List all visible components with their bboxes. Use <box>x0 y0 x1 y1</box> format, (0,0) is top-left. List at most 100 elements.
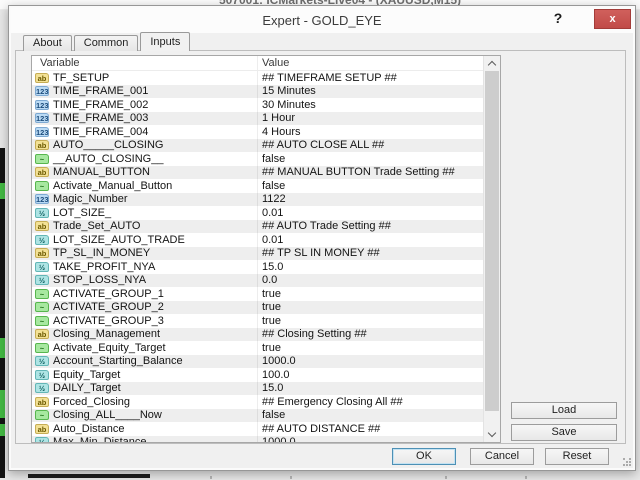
param-row[interactable]: 123 TIME_FRAME_004 4 Hours <box>32 125 485 139</box>
param-value[interactable]: 1000.0 <box>262 436 296 442</box>
param-row[interactable]: ab Auto_Distance ## AUTO DISTANCE ## <box>32 422 485 436</box>
scrollbar-thumb[interactable] <box>485 71 499 411</box>
param-row[interactable]: 123 TIME_FRAME_002 30 Minutes <box>32 98 485 112</box>
param-name: Activate_Manual_Button <box>53 179 173 192</box>
param-value[interactable]: 4 Hours <box>262 126 301 138</box>
param-value[interactable]: true <box>262 288 281 300</box>
close-button[interactable]: x <box>594 9 631 29</box>
param-value[interactable]: 0.01 <box>262 207 283 219</box>
param-row[interactable]: ab MANUAL_BUTTON ## MANUAL BUTTON Trade Se… <box>32 165 485 179</box>
param-value[interactable]: true <box>262 342 281 354</box>
param-name: Closing_Management <box>53 328 161 340</box>
cancel-button[interactable]: Cancel <box>470 448 534 465</box>
param-row[interactable]: ab Trade_Set_AUTO ## AUTO Trade Setting ## <box>32 219 485 233</box>
param-row[interactable]: ~ Closing_ALL____Now false <box>32 408 485 422</box>
save-button[interactable]: Save <box>511 424 617 441</box>
help-button[interactable]: ? <box>549 10 567 28</box>
param-type-ab-icon: ab <box>35 248 49 258</box>
param-value[interactable]: 15.0 <box>262 261 283 273</box>
param-value[interactable]: ## TIMEFRAME SETUP ## <box>262 72 397 84</box>
scroll-up-button[interactable] <box>484 56 500 71</box>
param-row[interactable]: ab Forced_Closing ## Emergency Closing All… <box>32 395 485 409</box>
column-header-variable: Variable <box>40 57 80 69</box>
param-row[interactable]: ~ ACTIVATE_GROUP_2 true <box>32 300 485 314</box>
param-value[interactable]: ## Closing Setting ## <box>262 328 367 340</box>
param-value[interactable]: 0.0 <box>262 274 277 286</box>
param-name: Forced_Closing <box>53 395 131 408</box>
param-value[interactable]: ## AUTO DISTANCE ## <box>262 423 380 435</box>
param-value[interactable]: ## MANUAL BUTTON Trade Setting ## <box>262 166 455 178</box>
param-row[interactable]: ~ Activate_Manual_Button false <box>32 179 485 193</box>
param-value[interactable]: true <box>262 315 281 327</box>
param-row[interactable]: ~ __AUTO_CLOSING__ false <box>32 152 485 166</box>
background-chart-candle <box>0 183 5 199</box>
param-row[interactable]: ab Closing_Management ## Closing Setting #… <box>32 327 485 341</box>
param-row[interactable]: ab TP_SL_IN_MONEY ## TP SL IN MONEY ## <box>32 246 485 260</box>
param-type-ab-icon: ab <box>35 396 49 407</box>
param-value[interactable]: false <box>262 409 285 421</box>
param-row[interactable]: ½ STOP_LOSS_NYA 0.0 <box>32 273 485 287</box>
param-row[interactable]: ½ Account_Starting_Balance 1000.0 <box>32 354 485 368</box>
param-value[interactable]: 15.0 <box>262 382 283 394</box>
load-button[interactable]: Load <box>511 402 617 419</box>
param-name: TAKE_PROFIT_NYA <box>53 260 156 273</box>
tab-about[interactable]: About <box>23 35 72 51</box>
param-value[interactable]: 100.0 <box>262 369 290 381</box>
reset-button[interactable]: Reset <box>545 448 609 465</box>
param-value[interactable]: 1122 <box>262 193 286 205</box>
param-type-ab-icon: ab <box>35 140 49 150</box>
param-value[interactable]: 15 Minutes <box>262 85 316 97</box>
param-type-ab-icon: ab <box>35 167 49 177</box>
param-row[interactable]: ½ Max_Min_Distance 1000.0 <box>32 435 485 442</box>
param-row[interactable]: ½ LOT_SIZE_ 0.01 <box>32 206 485 220</box>
param-row[interactable]: ½ TAKE_PROFIT_NYA 15.0 <box>32 260 485 274</box>
param-value[interactable]: ## TP SL IN MONEY ## <box>262 247 380 259</box>
param-row[interactable]: ½ DAILY_Target 15.0 <box>32 381 485 395</box>
param-type-bool-icon: ~ <box>35 180 49 191</box>
param-value[interactable]: ## AUTO Trade Setting ## <box>262 220 391 232</box>
param-type-int-icon: 123 <box>35 86 49 96</box>
param-value[interactable]: 1 Hour <box>262 112 295 124</box>
param-row[interactable]: 123 TIME_FRAME_001 15 Minutes <box>32 84 485 98</box>
param-name: ACTIVATE_GROUP_2 <box>53 301 164 313</box>
param-name: ACTIVATE_GROUP_1 <box>53 287 164 300</box>
param-value[interactable]: 0.01 <box>262 234 283 246</box>
param-row[interactable]: ½ Equity_Target 100.0 <box>32 368 485 382</box>
param-type-ab-icon: ab <box>35 72 49 83</box>
param-value[interactable]: false <box>262 153 285 165</box>
param-name: Activate_Equity_Target <box>53 341 166 354</box>
param-value[interactable]: 30 Minutes <box>262 99 316 111</box>
vertical-scrollbar[interactable] <box>483 56 500 442</box>
table-header: Variable Value <box>32 56 500 71</box>
ok-button[interactable]: OK <box>392 448 456 465</box>
resize-grip[interactable] <box>623 458 632 467</box>
param-name: DAILY_Target <box>53 382 121 394</box>
param-value[interactable]: true <box>262 301 281 313</box>
param-row[interactable]: 123 TIME_FRAME_003 1 Hour <box>32 111 485 125</box>
tab-common[interactable]: Common <box>73 35 139 51</box>
param-row[interactable]: ab AUTO_____CLOSING ## AUTO CLOSE ALL ## <box>32 138 485 152</box>
background-chart-candle <box>0 338 5 358</box>
param-type-bool-icon: ~ <box>35 315 49 326</box>
param-value[interactable]: false <box>262 180 285 192</box>
param-row[interactable]: ab TF_SETUP ## TIMEFRAME SETUP ## <box>32 71 485 85</box>
param-type-dbl-icon: ½ <box>35 437 49 442</box>
param-value[interactable]: ## Emergency Closing All ## <box>262 396 403 408</box>
param-value[interactable]: ## AUTO CLOSE ALL ## <box>262 139 384 151</box>
background-axis-tick <box>445 476 447 479</box>
param-name: __AUTO_CLOSING__ <box>53 152 164 165</box>
param-name: STOP_LOSS_NYA <box>53 274 147 286</box>
param-type-bool-icon: ~ <box>35 302 49 312</box>
param-value[interactable]: 1000.0 <box>262 355 296 367</box>
param-row[interactable]: ~ ACTIVATE_GROUP_1 true <box>32 287 485 301</box>
param-type-bool-icon: ~ <box>35 342 49 353</box>
scroll-down-button[interactable] <box>484 427 500 442</box>
param-row[interactable]: 123 Magic_Number 1122 <box>32 192 485 206</box>
param-type-int-icon: 123 <box>35 99 49 110</box>
param-row[interactable]: ~ Activate_Equity_Target true <box>32 341 485 355</box>
param-row[interactable]: ½ LOT_SIZE_AUTO_TRADE 0.01 <box>32 233 485 247</box>
param-row[interactable]: ~ ACTIVATE_GROUP_3 true <box>32 314 485 328</box>
dialog-titlebar[interactable]: Expert - GOLD_EYE ? x <box>11 8 633 33</box>
param-type-bool-icon: ~ <box>35 288 49 299</box>
tab-inputs[interactable]: Inputs <box>140 32 191 51</box>
